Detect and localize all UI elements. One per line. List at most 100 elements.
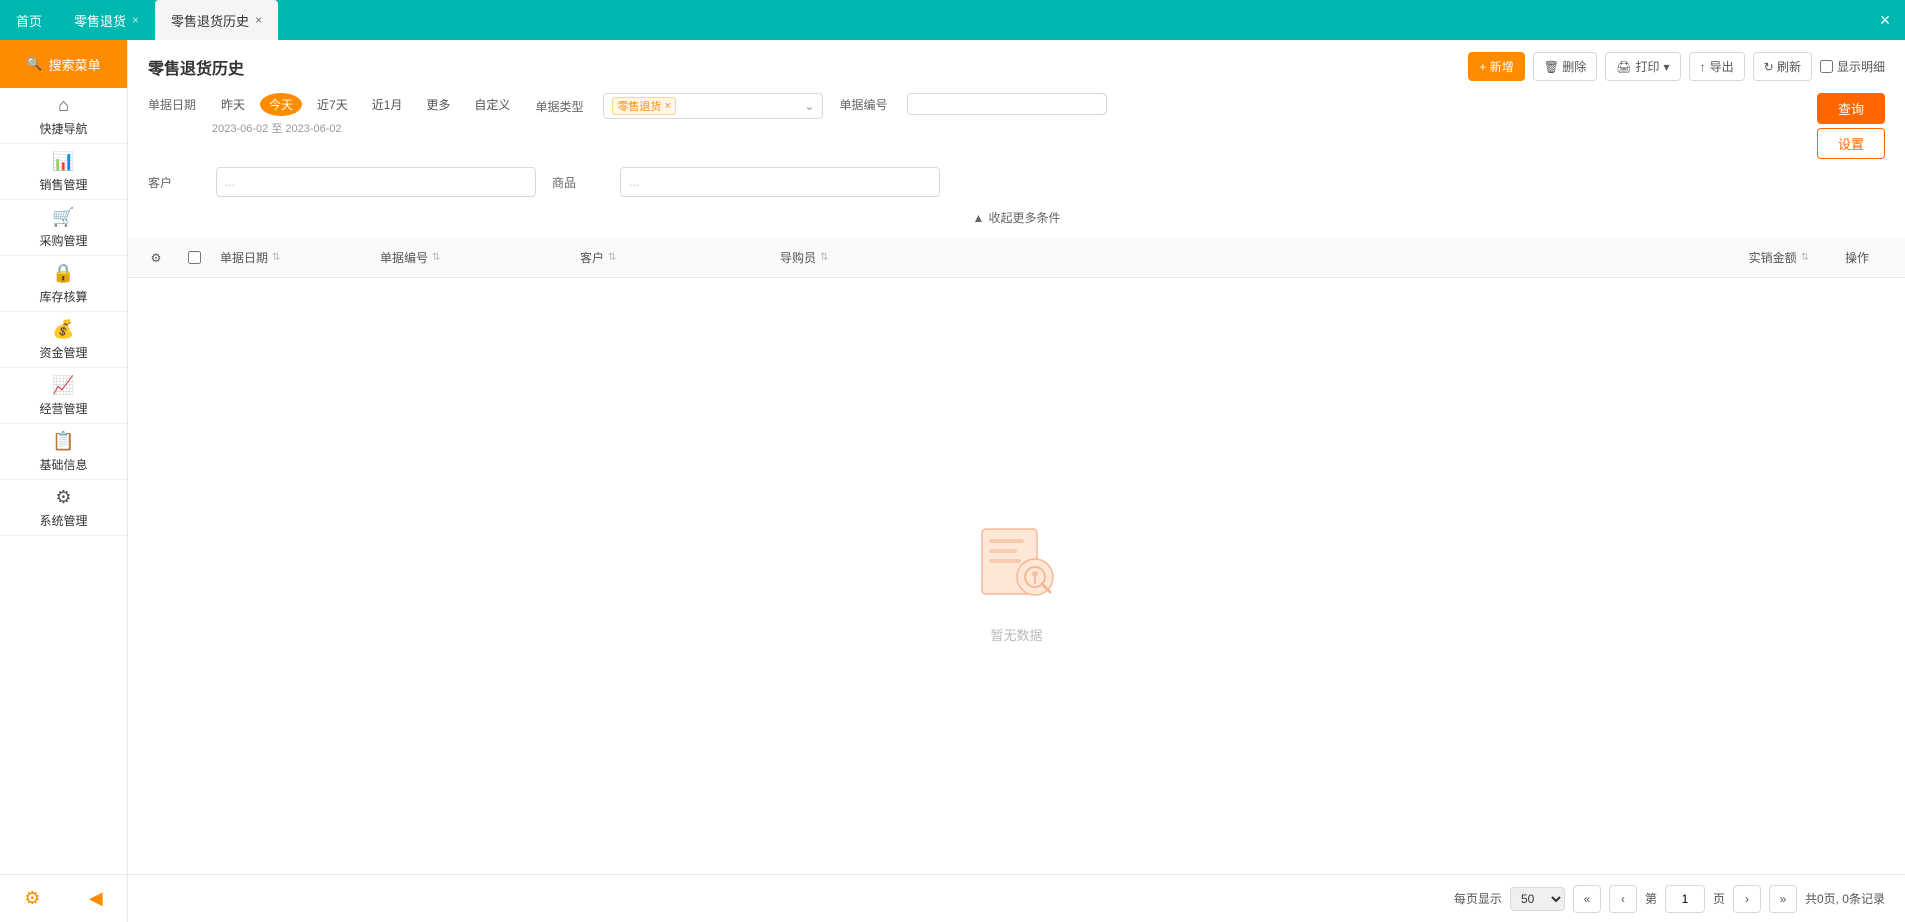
last-page-button[interactable]: » xyxy=(1769,885,1797,913)
sidebar-item-finance[interactable]: 💰 资金管理 xyxy=(0,312,127,368)
sidebar-item-sales-mgmt-label: 销售管理 xyxy=(39,176,87,193)
doc-icon: 📋 xyxy=(52,431,74,452)
next-page-button[interactable]: › xyxy=(1733,885,1761,913)
table-settings-icon[interactable]: ⚙ xyxy=(151,251,162,265)
window-close-button[interactable]: × xyxy=(1865,0,1905,40)
bill-type-chevron-icon: ⌄ xyxy=(804,99,814,113)
th-customer[interactable]: 客户 ⇅ xyxy=(572,249,772,266)
date-btn-custom[interactable]: 自定义 xyxy=(465,93,519,116)
bill-type-tag[interactable]: 零售退货 × xyxy=(612,97,675,115)
sidebar-item-sales-mgmt[interactable]: 📊 销售管理 xyxy=(0,144,127,200)
th-bill-no-label: 单据编号 xyxy=(380,249,428,266)
date-btn-today[interactable]: 今天 xyxy=(260,93,302,116)
total-text: 共0页, 0条记录 xyxy=(1805,890,1885,907)
sidebar-search-label: 搜索菜单 xyxy=(49,55,101,74)
date-filter-cell: 单据日期 昨天 今天 近7天 近1月 更多 自定义 2023-06-02 至 2… xyxy=(148,93,519,136)
collapse-sidebar-icon[interactable]: ◀ xyxy=(89,888,103,909)
th-bill-no[interactable]: 单据编号 ⇅ xyxy=(372,249,572,266)
sidebar-item-operations[interactable]: 📈 经营管理 xyxy=(0,368,127,424)
sidebar-item-inventory[interactable]: 🔒 库存核算 xyxy=(0,256,127,312)
tab-home[interactable]: 首页 xyxy=(0,0,58,40)
delete-button[interactable]: 🗑 删除 xyxy=(1533,52,1598,81)
th-customer-label: 客户 xyxy=(580,249,604,266)
refresh-button[interactable]: ↻ 刷新 xyxy=(1753,52,1812,81)
th-amount[interactable]: 实销金额 ⇅ xyxy=(1697,249,1817,266)
query-button[interactable]: 查询 xyxy=(1817,93,1885,124)
goods-filter-cell: 商品 ... xyxy=(552,167,940,197)
print-button[interactable]: 🖨 打印 ▾ xyxy=(1605,52,1680,81)
date-btn-more[interactable]: 更多 xyxy=(417,93,459,116)
bill-no-input[interactable] xyxy=(907,93,1107,115)
sidebar-item-quick-nav[interactable]: ⌂ 快捷导航 xyxy=(0,88,127,144)
th-settings[interactable]: ⚙ xyxy=(136,251,176,265)
th-checkbox[interactable] xyxy=(176,251,212,264)
th-amount-sort-icon[interactable]: ⇅ xyxy=(1801,252,1809,263)
customer-placeholder: ... xyxy=(225,175,235,189)
customer-label: 客户 xyxy=(148,174,208,191)
th-guide-sort-icon[interactable]: ⇅ xyxy=(820,252,828,263)
bill-type-filter-cell: 单据类型 零售退货 × ⌄ xyxy=(535,93,823,119)
date-btn-7days[interactable]: 近7天 xyxy=(308,93,357,116)
sidebar-search[interactable]: 🔍 搜索菜单 xyxy=(0,40,127,88)
th-customer-sort-icon[interactable]: ⇅ xyxy=(608,252,616,263)
content-area: 零售退货历史 + 新增 🗑 删除 🖨 打印 ▾ ↑ 导出 ↻ 刷新 xyxy=(128,40,1905,922)
goods-placeholder: ... xyxy=(629,175,639,189)
tab-retail-return[interactable]: 零售退货 × xyxy=(58,0,155,40)
bill-type-tag-text: 零售退货 xyxy=(617,98,661,114)
tab-retail-return-history-close[interactable]: × xyxy=(255,13,262,27)
pagination: 每页显示 50 10 20 100 « ‹ 第 页 › » 共0页, 0条记录 xyxy=(128,874,1905,922)
new-button[interactable]: + 新增 xyxy=(1468,52,1524,81)
ops-icon: 📈 xyxy=(52,375,74,396)
show-detail-checkbox-label[interactable]: 显示明细 xyxy=(1820,58,1885,75)
sidebar-item-quick-nav-label: 快捷导航 xyxy=(39,120,87,137)
empty-text: 暂无数据 xyxy=(990,625,1042,644)
tab-home-label: 首页 xyxy=(16,11,42,30)
filter-settings-button[interactable]: 设置 xyxy=(1817,128,1885,159)
date-filter-label: 单据日期 xyxy=(148,96,208,113)
date-btn-yesterday[interactable]: 昨天 xyxy=(212,93,254,116)
tab-retail-return-label: 零售退货 xyxy=(74,11,126,30)
th-action-label: 操作 xyxy=(1845,249,1869,266)
sidebar-item-purchase-mgmt[interactable]: 🛒 采购管理 xyxy=(0,200,127,256)
tab-retail-return-close[interactable]: × xyxy=(132,13,139,27)
empty-state: 暂无数据 xyxy=(128,278,1905,874)
select-all-checkbox[interactable] xyxy=(188,251,201,264)
export-button[interactable]: ↑ 导出 xyxy=(1689,52,1745,81)
prev-page-button[interactable]: ‹ xyxy=(1609,885,1637,913)
first-page-button[interactable]: « xyxy=(1573,885,1601,913)
toolbar: + 新增 🗑 删除 🖨 打印 ▾ ↑ 导出 ↻ 刷新 显示明细 xyxy=(1468,52,1885,81)
show-detail-checkbox[interactable] xyxy=(1820,60,1833,73)
bill-type-select[interactable]: 零售退货 × ⌄ xyxy=(603,93,823,119)
filter-row-2: 客户 ... 商品 ... xyxy=(148,167,1885,197)
date-filter: 昨天 今天 近7天 近1月 更多 自定义 xyxy=(212,93,519,116)
th-action: 操作 xyxy=(1817,249,1897,266)
sidebar-item-finance-label: 资金管理 xyxy=(39,344,87,361)
date-range-display: 2023-06-02 至 2023-06-02 xyxy=(212,123,342,135)
page-input[interactable] xyxy=(1665,885,1705,913)
collapse-button[interactable]: ▲ 收起更多条件 xyxy=(961,205,1073,230)
page-label: 第 xyxy=(1645,890,1657,907)
settings-footer-icon[interactable]: ⚙ xyxy=(24,888,40,909)
sidebar-item-purchase-mgmt-label: 采购管理 xyxy=(39,232,87,249)
sidebar-item-sys-mgmt[interactable]: ⚙ 系统管理 xyxy=(0,480,127,536)
th-bill-no-sort-icon[interactable]: ⇅ xyxy=(432,252,440,263)
money-icon: 💰 xyxy=(52,319,74,340)
export-label: 导出 xyxy=(1710,58,1734,75)
sidebar-item-base-info[interactable]: 📋 基础信息 xyxy=(0,424,127,480)
page-size-select[interactable]: 50 10 20 100 xyxy=(1510,887,1565,911)
date-btn-1month[interactable]: 近1月 xyxy=(363,93,412,116)
sidebar-item-sys-mgmt-label: 系统管理 xyxy=(39,512,87,529)
th-date[interactable]: 单据日期 ⇅ xyxy=(212,249,372,266)
th-date-sort-icon[interactable]: ⇅ xyxy=(272,252,280,263)
print-icon: 🖨 xyxy=(1616,60,1631,74)
th-guide[interactable]: 导购员 ⇅ xyxy=(772,249,1697,266)
print-chevron-icon: ▾ xyxy=(1664,60,1670,74)
tab-retail-return-history[interactable]: 零售退货历史 × xyxy=(155,0,278,40)
lock-icon: 🔒 xyxy=(52,263,74,284)
customer-input[interactable]: ... xyxy=(216,167,536,197)
bill-type-tag-close[interactable]: × xyxy=(664,100,670,112)
filter-section: 零售退货历史 + 新增 🗑 删除 🖨 打印 ▾ ↑ 导出 ↻ 刷新 xyxy=(128,40,1905,238)
goods-input[interactable]: ... xyxy=(620,167,940,197)
page-title: 零售退货历史 xyxy=(148,55,244,79)
th-guide-label: 导购员 xyxy=(780,249,816,266)
